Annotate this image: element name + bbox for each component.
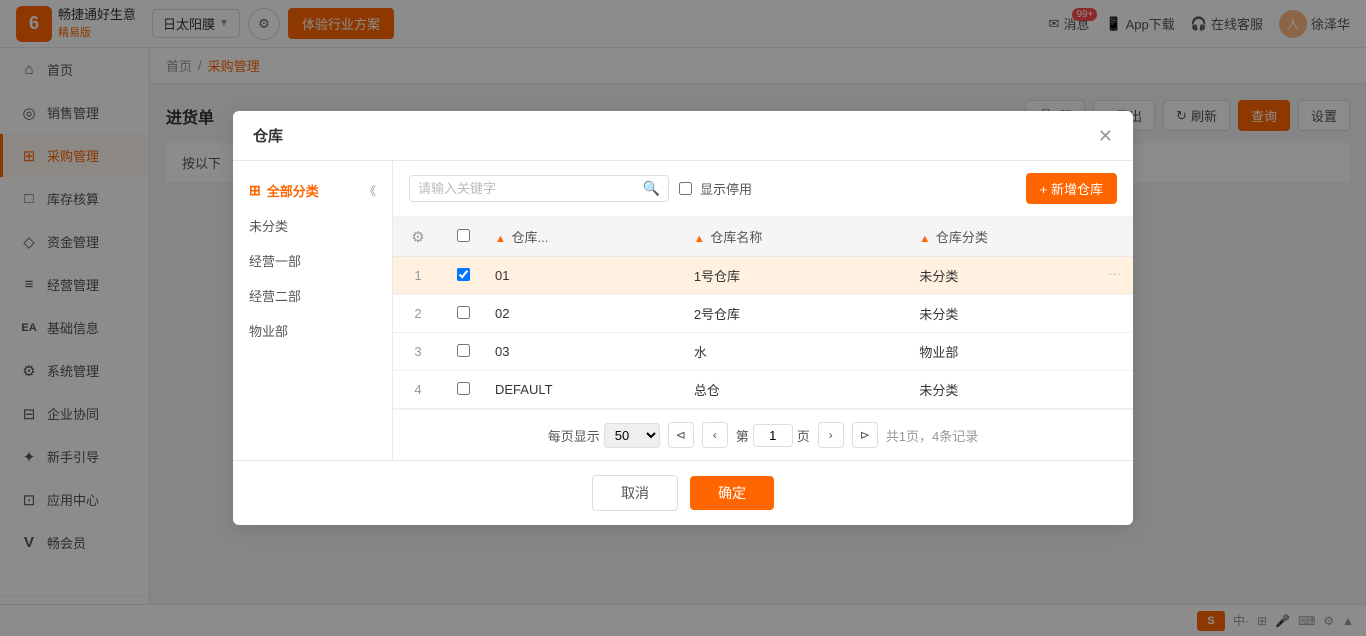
first-page-button[interactable]: ⊲ [668,422,694,448]
row-checkbox[interactable] [443,371,483,409]
warehouse-table: ⚙ ▲ 仓库... ▲ [393,217,1133,409]
search-icon[interactable]: 🔍 [643,180,660,197]
header-settings: ⚙ [393,217,443,257]
row-no: 2 [393,295,443,333]
row-name: 总仓 [682,371,908,409]
modal-header: 仓库 ✕ [233,111,1133,161]
all-category-label: 全部分类 [267,181,319,200]
search-input[interactable] [418,181,643,196]
header-checkbox [443,217,483,257]
per-page-label: 每页显示 [548,426,600,445]
category-panel: ⊞ 全部分类 《 未分类 经营一部 经营二部 物业部 [233,161,393,460]
modal-right-panel: 🔍 显示停用 + 新增仓库 ⚙ [393,161,1133,460]
row-name: 1号仓库 [682,257,908,295]
row-more-button[interactable]: ··· [1108,266,1121,281]
row-code: 02 [483,295,682,333]
page-label: 第 [736,426,749,445]
header-category[interactable]: ▲ 仓库分类 [907,217,1133,257]
warehouse-modal: 仓库 ✕ ⊞ 全部分类 《 未分类 经营一部 经营二部 [233,111,1133,525]
row-select-checkbox[interactable] [457,268,470,281]
table-row[interactable]: 1 01 1号仓库 未分类··· [393,257,1133,295]
total-info: 共1页，4条记录 [886,426,978,445]
page-input-group: 第 页 [736,424,810,447]
modal-title: 仓库 [253,125,283,146]
show-disabled-label: 显示停用 [700,179,752,198]
search-box[interactable]: 🔍 [409,175,669,202]
row-category: 未分类··· [907,257,1133,295]
page-number-input[interactable] [753,424,793,447]
modal-footer: 取消 确定 [233,460,1133,525]
sort-icon-name: ▲ [694,233,705,245]
row-category: 物业部 [907,333,1133,371]
table-row[interactable]: 2 02 2号仓库 未分类 [393,295,1133,333]
table-row[interactable]: 4 DEFAULT 总仓 未分类 [393,371,1133,409]
modal-body: ⊞ 全部分类 《 未分类 经营一部 经营二部 物业部 [233,161,1133,460]
row-select-checkbox[interactable] [457,382,470,395]
select-all-checkbox[interactable] [457,229,470,242]
last-page-button[interactable]: ⊳ [852,422,878,448]
table-header-row: ⚙ ▲ 仓库... ▲ [393,217,1133,257]
row-select-checkbox[interactable] [457,306,470,319]
sort-icon: ▲ [495,233,506,245]
modal-close-button[interactable]: ✕ [1098,127,1113,145]
cancel-button[interactable]: 取消 [592,475,678,511]
row-no: 4 [393,371,443,409]
row-name: 2号仓库 [682,295,908,333]
row-category: 未分类 [907,371,1133,409]
row-no: 3 [393,333,443,371]
sort-icon-cat: ▲ [919,233,930,245]
row-no: 1 [393,257,443,295]
table-row[interactable]: 3 03 水 物业部 [393,333,1133,371]
row-code: DEFAULT [483,371,682,409]
prev-page-button[interactable]: ‹ [702,422,728,448]
collapse-panel-button[interactable]: 《 [364,182,376,199]
row-checkbox[interactable] [443,257,483,295]
row-name: 水 [682,333,908,371]
modal-toolbar: 🔍 显示停用 + 新增仓库 [393,161,1133,217]
table-settings-icon[interactable]: ⚙ [411,229,424,246]
row-category: 未分类 [907,295,1133,333]
category-item-ops2[interactable]: 经营二部 [233,278,392,313]
row-code: 03 [483,333,682,371]
show-disabled-input[interactable] [679,182,692,195]
per-page-dropdown[interactable]: 102050100 [604,423,660,448]
grid-icon: ⊞ [249,182,261,199]
row-checkbox[interactable] [443,333,483,371]
page-size-select: 每页显示 102050100 [548,423,660,448]
modal-overlay: 仓库 ✕ ⊞ 全部分类 《 未分类 经营一部 经营二部 [0,0,1366,636]
row-code: 01 [483,257,682,295]
confirm-button[interactable]: 确定 [690,476,774,510]
row-checkbox[interactable] [443,295,483,333]
row-select-checkbox[interactable] [457,344,470,357]
all-category-item[interactable]: ⊞ 全部分类 《 [233,173,392,208]
page-unit: 页 [797,426,810,445]
next-page-button[interactable]: › [818,422,844,448]
add-warehouse-button[interactable]: + 新增仓库 [1026,173,1117,204]
category-item-unclassified[interactable]: 未分类 [233,208,392,243]
category-item-property[interactable]: 物业部 [233,313,392,348]
warehouse-table-wrap: ⚙ ▲ 仓库... ▲ [393,217,1133,409]
show-disabled-checkbox[interactable]: 显示停用 [679,179,752,198]
category-item-ops1[interactable]: 经营一部 [233,243,392,278]
header-name[interactable]: ▲ 仓库名称 [682,217,908,257]
pagination: 每页显示 102050100 ⊲ ‹ 第 页 › ⊳ 共1页，4条记录 [393,409,1133,460]
header-code[interactable]: ▲ 仓库... [483,217,682,257]
